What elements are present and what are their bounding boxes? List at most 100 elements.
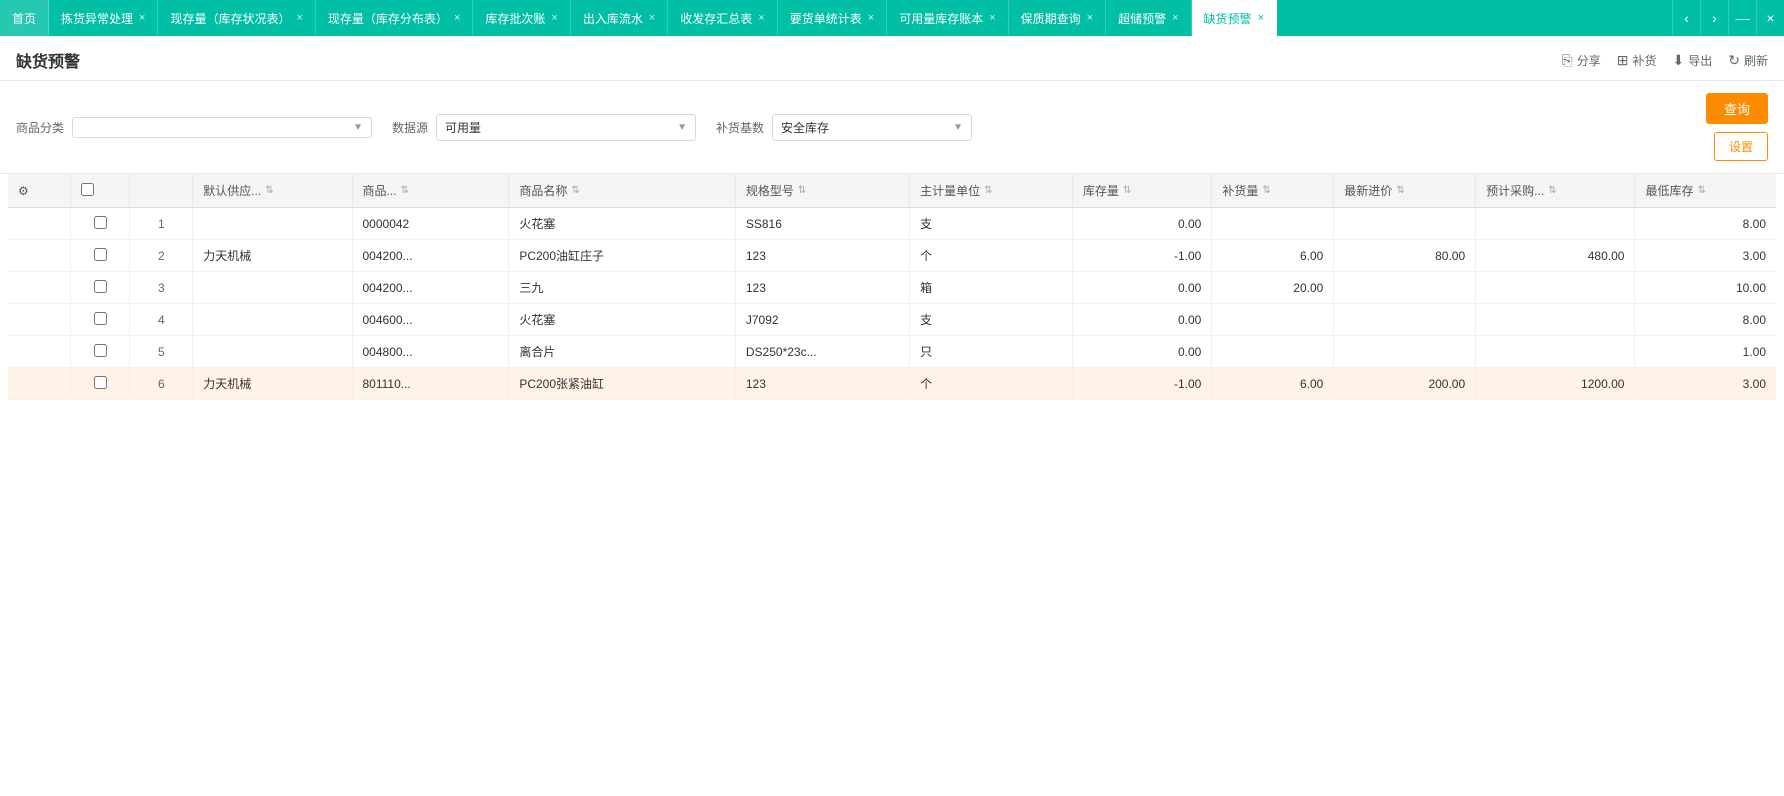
datasource-label: 数据源 [392,119,428,136]
close-tab-icon[interactable]: × [454,12,460,24]
nav-tab-batch-account[interactable]: 库存批次账 × [473,0,570,36]
supplier-sort-icon: ⇅ [265,185,273,196]
nav-tab-label: 收发存汇总表 [680,10,752,27]
nav-tab-label: 缺货预警 [1204,10,1252,27]
th-replenish[interactable]: 补货量 ⇅ [1212,174,1334,208]
nav-tab-home[interactable]: 首页 [0,0,49,36]
gear-icon: ⚙ [18,184,29,198]
close-tab-icon[interactable]: × [296,12,302,24]
row-name: PC200张紧油缸 [509,368,736,400]
row-checkbox-cell[interactable] [71,336,130,368]
row-est-purchase: 480.00 [1476,240,1635,272]
row-min-stock: 8.00 [1635,208,1776,240]
th-check[interactable] [71,174,130,208]
close-tab-icon[interactable]: × [868,12,874,24]
nav-next-button[interactable]: › [1700,0,1728,36]
row-code: 004200... [352,240,509,272]
datasource-select-value: 可用量 [445,119,669,136]
latest-price-sort-icon: ⇅ [1396,185,1404,196]
refresh-button[interactable]: ↻ 刷新 [1728,52,1768,69]
row-supplier: 力天机械 [193,240,352,272]
close-tab-icon[interactable]: × [1172,12,1178,24]
nav-tab-inventory-dist[interactable]: 现存量（库存分布表）× [316,0,473,36]
th-supplier[interactable]: 默认供应... ⇅ [193,174,352,208]
row-stock: -1.00 [1072,368,1211,400]
th-latest-price[interactable]: 最新进价 ⇅ [1334,174,1476,208]
th-unit[interactable]: 主计量单位 ⇅ [910,174,1073,208]
row-latest-price [1334,304,1476,336]
row-min-stock: 3.00 [1635,368,1776,400]
nav-tab-inventory-status[interactable]: 现存量（库存状况表） × [158,0,315,36]
row-stock: -1.00 [1072,240,1211,272]
row-supplier [193,304,352,336]
nav-arrows: ‹ › — × [1672,0,1784,36]
row-latest-price [1334,336,1476,368]
close-tab-icon[interactable]: × [551,12,557,24]
nav-close-all-button[interactable]: × [1756,0,1784,36]
settings-button[interactable]: 设置 [1714,132,1768,161]
replenish-button[interactable]: ⊞ 补货 [1617,52,1657,69]
table-header-row: ⚙ 默认供应... ⇅ 商品... [8,174,1776,208]
row-checkbox[interactable] [94,216,107,229]
th-settings[interactable]: ⚙ [8,174,71,208]
row-checkbox-cell[interactable] [71,208,130,240]
row-replenish [1212,208,1334,240]
th-name[interactable]: 商品名称 ⇅ [509,174,736,208]
nav-prev-button[interactable]: ‹ [1672,0,1700,36]
nav-tab-recv-summary[interactable]: 收发存汇总表 × [668,0,777,36]
export-button[interactable]: ⬇ 导出 [1673,52,1713,69]
replenish-base-select[interactable]: 安全库存 ▼ [772,114,972,141]
replenish-sort-icon: ⇅ [1262,185,1270,196]
category-chevron-icon: ▼ [353,122,363,133]
share-icon: ⎘ [1562,52,1573,69]
row-checkbox[interactable] [94,280,107,293]
nav-tab-expiry[interactable]: 保质期查询× [1009,0,1106,36]
row-checkbox-cell[interactable] [71,272,130,304]
row-index: 1 [130,208,193,240]
nav-tab-label: 库存批次账 [485,10,545,27]
row-unit: 个 [910,240,1073,272]
row-settings-cell [8,304,71,336]
nav-tab-available-ledger[interactable]: 可用量库存账本× [887,0,1008,36]
row-checkbox[interactable] [94,248,107,261]
nav-tab-overstock[interactable]: 超储预警× [1106,0,1191,36]
row-spec: DS250*23c... [735,336,909,368]
row-latest-price: 80.00 [1334,240,1476,272]
row-checkbox[interactable] [94,376,107,389]
close-tab-icon[interactable]: × [1087,12,1093,24]
category-select[interactable]: ▼ [72,117,372,138]
th-spec[interactable]: 规格型号 ⇅ [735,174,909,208]
unit-sort-icon: ⇅ [984,185,992,196]
th-min-stock[interactable]: 最低库存 ⇅ [1635,174,1776,208]
th-est-purchase[interactable]: 预计采购... ⇅ [1476,174,1635,208]
nav-tab-order-stats[interactable]: 要货单统计表× [778,0,887,36]
datasource-select[interactable]: 可用量 ▼ [436,114,696,141]
select-all-checkbox[interactable] [81,183,94,196]
nav-tab-inout-flow[interactable]: 出入库流水× [571,0,668,36]
close-tab-icon[interactable]: × [989,12,995,24]
close-tab-icon[interactable]: × [649,12,655,24]
nav-tab-abnormal[interactable]: 拣货异常处理× [49,0,158,36]
row-stock: 0.00 [1072,336,1211,368]
nav-tab-label: 现存量（库存状况表） [170,10,290,27]
row-checkbox[interactable] [94,312,107,325]
row-checkbox-cell[interactable] [71,368,130,400]
th-stock[interactable]: 库存量 ⇅ [1072,174,1211,208]
close-tab-icon[interactable]: × [1258,12,1264,24]
data-table: ⚙ 默认供应... ⇅ 商品... [8,174,1776,400]
page-title: 缺货预警 [16,48,80,72]
row-checkbox-cell[interactable] [71,304,130,336]
row-supplier [193,208,352,240]
nav-tab-shortage[interactable]: 缺货预警 × [1192,0,1277,36]
row-est-purchase [1476,208,1635,240]
share-button[interactable]: ⎘ 分享 [1562,52,1601,69]
close-tab-icon[interactable]: × [139,12,145,24]
row-checkbox[interactable] [94,344,107,357]
th-code[interactable]: 商品... ⇅ [352,174,509,208]
query-button[interactable]: 查询 [1706,93,1768,124]
nav-minimize-button[interactable]: — [1728,0,1756,36]
row-checkbox-cell[interactable] [71,240,130,272]
close-tab-icon[interactable]: × [758,12,764,24]
table-row: 3 004200... 三九 123 箱 0.00 20.00 10.00 [8,272,1776,304]
row-est-purchase: 1200.00 [1476,368,1635,400]
